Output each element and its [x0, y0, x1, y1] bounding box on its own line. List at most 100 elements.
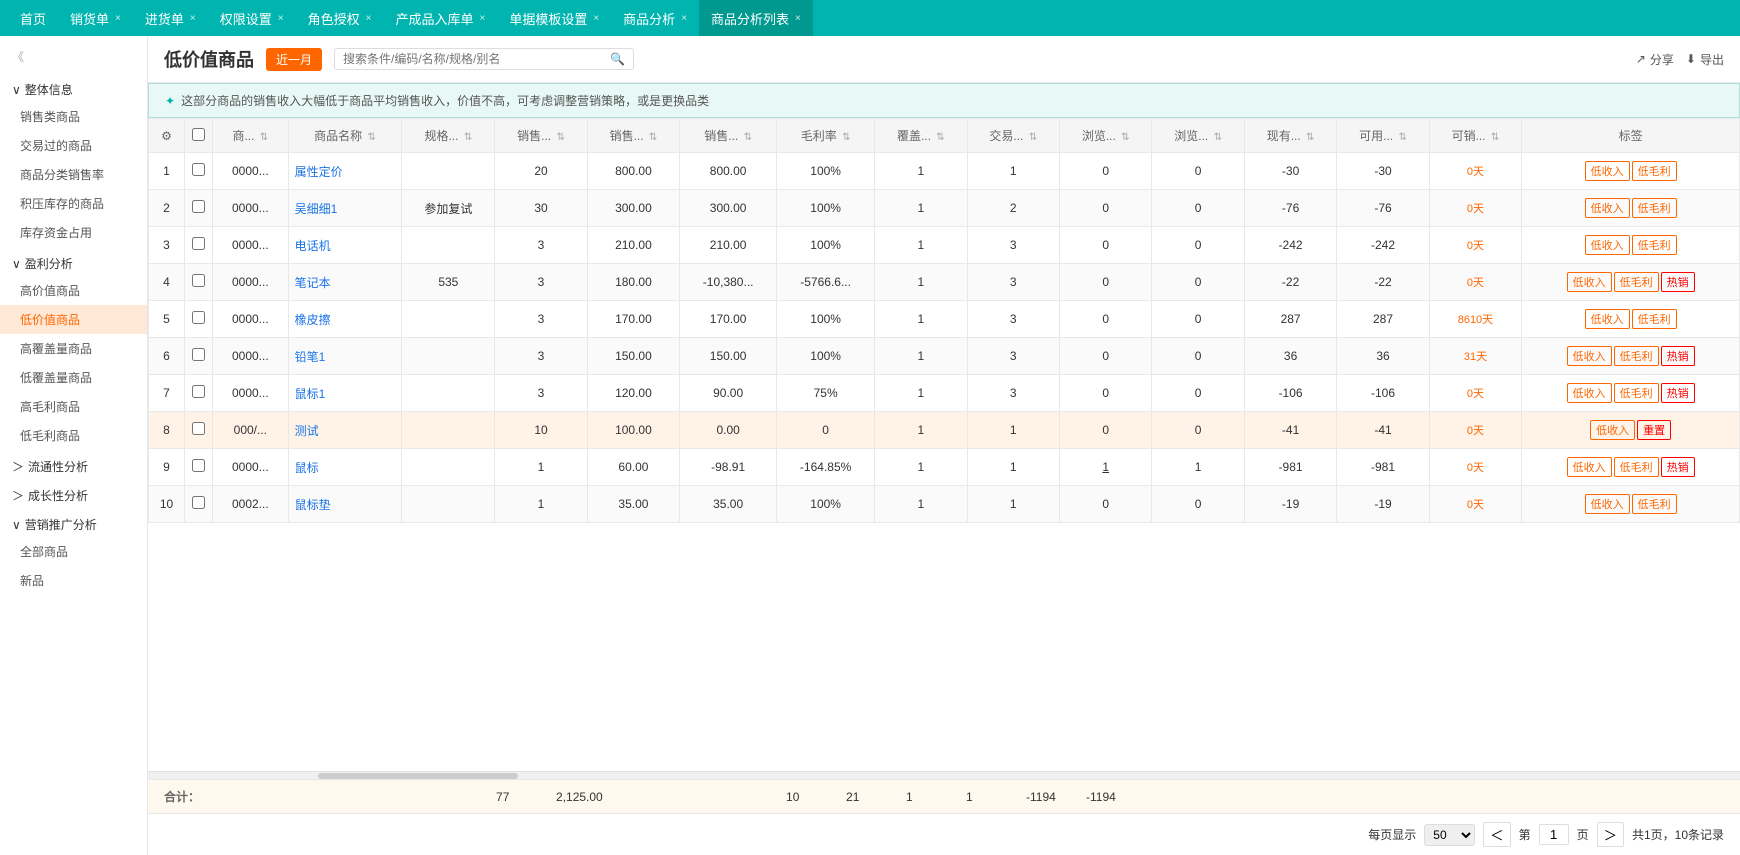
row-stock2: 287: [1337, 301, 1429, 338]
chevron-down-icon3: ∨: [12, 518, 21, 532]
page-title: 低价值商品: [164, 46, 254, 72]
nav-role[interactable]: 角色授权 ×: [296, 0, 384, 36]
chevron-down-icon2: ∨: [12, 257, 21, 271]
row-checkbox[interactable]: [185, 338, 213, 375]
row-name[interactable]: 电话机: [288, 227, 402, 264]
row-s3: 800.00: [680, 153, 777, 190]
sidebar-item-low-margin[interactable]: 低毛利商品: [0, 421, 147, 450]
pagination-bar: 每页显示 50 20 100 ＜ 第 页 ＞ 共1页，10条记录: [148, 813, 1740, 855]
row-checkbox[interactable]: [185, 227, 213, 264]
sidebar-item-new-goods[interactable]: 新品: [0, 566, 147, 595]
nav-analysis-list[interactable]: 商品分析列表 ×: [699, 0, 813, 36]
sidebar-item-traded-goods[interactable]: 交易过的商品: [0, 131, 147, 160]
page-number-input[interactable]: [1539, 824, 1569, 845]
row-name[interactable]: 橡皮擦: [288, 301, 402, 338]
col-spec: 规格... ⇅: [402, 119, 495, 153]
row-name[interactable]: 鼠标垫: [288, 486, 402, 523]
nav-template[interactable]: 单据模板设置 ×: [497, 0, 611, 36]
chevron-down-icon: ∨: [12, 83, 21, 97]
sidebar-item-high-margin[interactable]: 高毛利商品: [0, 392, 147, 421]
tag: 低收入: [1585, 309, 1630, 329]
row-s2: 35.00: [587, 486, 679, 523]
alert-icon: ✦: [165, 94, 175, 108]
row-checkbox[interactable]: [185, 375, 213, 412]
sidebar-item-category-sales[interactable]: 商品分类销售率: [0, 160, 147, 189]
tag: 低收入: [1585, 494, 1630, 514]
row-checkbox[interactable]: [185, 301, 213, 338]
sidebar-item-inventory-capital[interactable]: 库存资金占用: [0, 218, 147, 247]
row-name[interactable]: 测试: [288, 412, 402, 449]
close-sales-icon[interactable]: ×: [115, 13, 121, 24]
row-checkbox[interactable]: [185, 153, 213, 190]
nav-permission[interactable]: 权限设置 ×: [208, 0, 296, 36]
nav-product-storage[interactable]: 产成品入库单 ×: [383, 0, 497, 36]
close-analysis-list-icon[interactable]: ×: [795, 13, 801, 24]
close-analysis-icon[interactable]: ×: [681, 13, 687, 24]
row-margin: 100%: [777, 486, 875, 523]
nav-product-analysis[interactable]: 商品分析 ×: [611, 0, 699, 36]
row-days: 0天: [1429, 486, 1521, 523]
row-margin: 100%: [777, 301, 875, 338]
row-tags: 低收入低毛利热销: [1522, 338, 1740, 375]
tag: 热销: [1661, 272, 1695, 292]
close-permission-icon[interactable]: ×: [278, 13, 284, 24]
export-btn[interactable]: ⬇ 导出: [1686, 51, 1724, 68]
next-page-btn[interactable]: ＞: [1597, 822, 1624, 847]
row-name[interactable]: 笔记本: [288, 264, 402, 301]
row-name[interactable]: 吴细细1: [288, 190, 402, 227]
close-template-icon[interactable]: ×: [593, 13, 599, 24]
row-code: 0000...: [213, 301, 289, 338]
row-browse2: 0: [1152, 338, 1244, 375]
row-browse1[interactable]: 1: [1059, 449, 1151, 486]
data-table: ⚙ 商... ⇅ 商品名称 ⇅ 规格... ⇅ 销售... ⇅ 销售... ⇅ …: [148, 118, 1740, 523]
filter-recent-month-btn[interactable]: 近一月: [266, 48, 322, 71]
prev-page-btn[interactable]: ＜: [1483, 822, 1510, 847]
row-checkbox[interactable]: [185, 264, 213, 301]
row-checkbox[interactable]: [185, 190, 213, 227]
row-trade: 1: [967, 412, 1059, 449]
sidebar-item-backlog[interactable]: 积压库存的商品: [0, 189, 147, 218]
close-storage-icon[interactable]: ×: [479, 13, 485, 24]
row-num: 1: [149, 153, 185, 190]
row-name[interactable]: 铅笔1: [288, 338, 402, 375]
sidebar-item-high-coverage[interactable]: 高覆盖量商品: [0, 334, 147, 363]
tag: 低毛利: [1614, 457, 1659, 477]
nav-sales[interactable]: 销货单 ×: [58, 0, 133, 36]
table-container[interactable]: ⚙ 商... ⇅ 商品名称 ⇅ 规格... ⇅ 销售... ⇅ 销售... ⇅ …: [148, 118, 1740, 771]
row-checkbox[interactable]: [185, 486, 213, 523]
search-input[interactable]: [343, 52, 604, 66]
sidebar-item-high-value[interactable]: 高价值商品: [0, 276, 147, 305]
row-name[interactable]: 鼠标: [288, 449, 402, 486]
row-checkbox[interactable]: [185, 449, 213, 486]
row-browse2: 0: [1152, 301, 1244, 338]
table-row: 10 0002... 鼠标垫 1 35.00 35.00 100% 1 1 0 …: [149, 486, 1740, 523]
sidebar-item-low-coverage[interactable]: 低覆盖量商品: [0, 363, 147, 392]
sidebar-item-sales-goods[interactable]: 销售类商品: [0, 102, 147, 131]
row-trade: 3: [967, 264, 1059, 301]
row-s1: 3: [495, 338, 587, 375]
tag: 低收入: [1590, 420, 1635, 440]
share-btn[interactable]: ↗ 分享: [1636, 51, 1674, 68]
sidebar-item-all-goods[interactable]: 全部商品: [0, 537, 147, 566]
row-name[interactable]: 鼠标1: [288, 375, 402, 412]
row-name[interactable]: 属性定价: [288, 153, 402, 190]
row-spec: [402, 153, 495, 190]
row-browse1: 0: [1059, 338, 1151, 375]
settings-icon[interactable]: ⚙: [161, 129, 172, 143]
sidebar-item-low-value[interactable]: 低价值商品: [0, 305, 147, 334]
row-checkbox[interactable]: [185, 412, 213, 449]
row-stock1: -981: [1244, 449, 1336, 486]
sidebar-collapse-btn[interactable]: 《: [8, 44, 28, 69]
search-icon[interactable]: 🔍: [610, 52, 625, 66]
row-code: 0002...: [213, 486, 289, 523]
scrollbar-area[interactable]: [148, 771, 1740, 779]
close-purchase-icon[interactable]: ×: [190, 13, 196, 24]
nav-purchase[interactable]: 进货单 ×: [133, 0, 208, 36]
nav-home[interactable]: 首页: [8, 0, 58, 36]
close-role-icon[interactable]: ×: [366, 13, 372, 24]
select-all-checkbox[interactable]: [192, 128, 205, 141]
per-page-select[interactable]: 50 20 100: [1424, 824, 1475, 846]
table-row: 3 0000... 电话机 3 210.00 210.00 100% 1 3 0…: [149, 227, 1740, 264]
row-trade: 1: [967, 153, 1059, 190]
row-trade: 3: [967, 227, 1059, 264]
